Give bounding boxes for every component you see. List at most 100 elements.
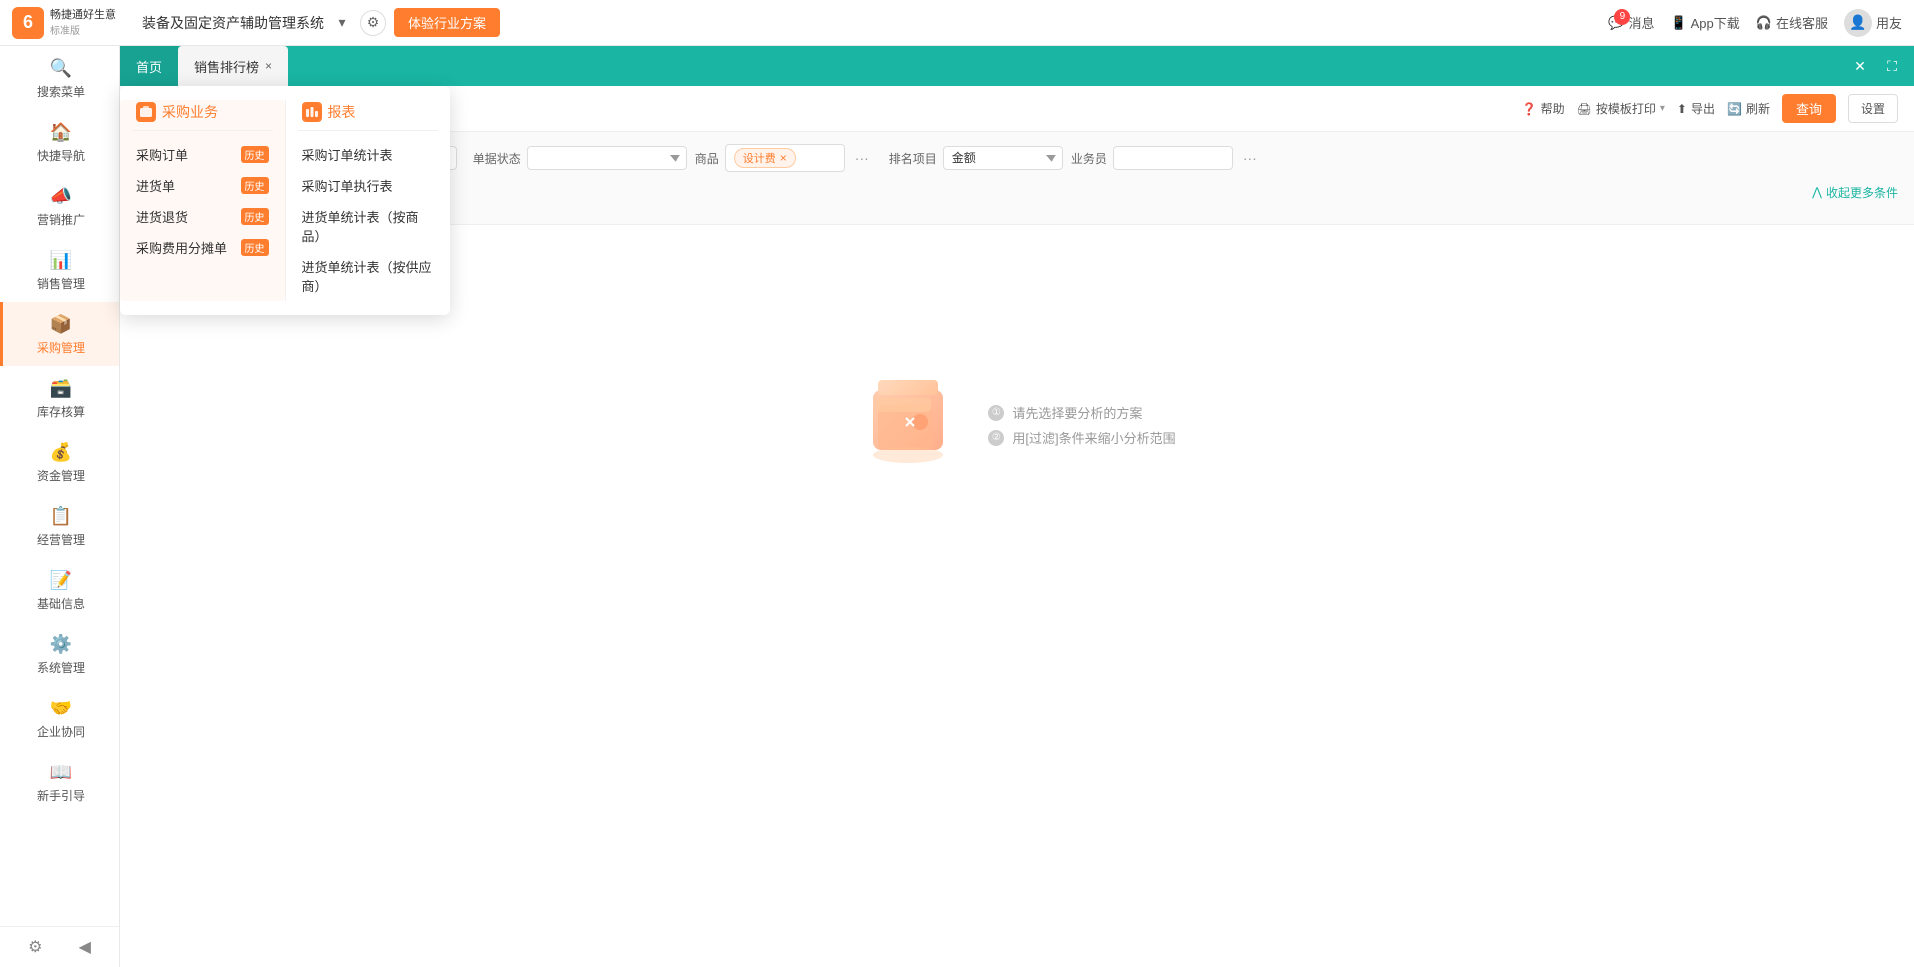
user-area[interactable]: 👤 用友 (1844, 9, 1902, 37)
goods-tag-close[interactable]: × (780, 151, 787, 165)
filter-salesperson: 业务员 ··· (1071, 146, 1261, 170)
sidebar-item-finance[interactable]: 💰 资金管理 (0, 430, 119, 494)
notifications-label: 消息 (1628, 13, 1654, 32)
print-label: 按模板打印 (1596, 100, 1656, 117)
salesperson-dots-btn[interactable]: ··· (1239, 150, 1261, 166)
sidebar-item-search[interactable]: 🔍 搜索菜单 (0, 46, 119, 110)
purchase-return-history: 历史 (241, 208, 269, 225)
tab-close-window-btn[interactable]: ✕ (1848, 54, 1872, 78)
tab-bar-right: ✕ ⛶ (1848, 54, 1914, 78)
empty-tip-2: ② 用[过滤]条件来缩小分析范围 (988, 428, 1175, 447)
sidebar-item-finance-label: 资金管理 (37, 467, 85, 484)
bottom-settings-btn[interactable]: ⚙ (28, 937, 42, 957)
refresh-btn[interactable]: 🔄 刷新 (1727, 100, 1770, 117)
help-label: 帮助 (1541, 100, 1565, 117)
salesperson-input[interactable] (1113, 146, 1233, 170)
sidebar-item-purchase-label: 采购管理 (37, 339, 85, 356)
purchase-expense-history: 历史 (241, 239, 269, 256)
empty-tip-2-text: 用[过滤]条件来缩小分析范围 (1012, 428, 1175, 447)
sidebar-item-inventory[interactable]: 🗃️ 库存核算 (0, 366, 119, 430)
user-label: 用友 (1876, 13, 1902, 32)
app-download-btn[interactable]: 📱 App下载 (1670, 13, 1739, 32)
sidebar-item-cooperation[interactable]: 🤝 企业协同 (0, 686, 119, 750)
tab-sales-ranking[interactable]: 销售排行榜 × (178, 46, 288, 86)
rank-item-select[interactable]: 金额 (943, 146, 1063, 170)
sidebar-item-guide[interactable]: 📖 新手引导 (0, 750, 119, 814)
bottom-collapse-btn[interactable]: ◀ (79, 937, 91, 957)
cooperation-icon: 🤝 (50, 698, 72, 719)
receipt-stat-supplier-label: 进货单统计表（按供应商） (302, 257, 435, 295)
search-icon: 🔍 (50, 58, 72, 79)
menu-item-receipt-stat-goods[interactable]: 进货单统计表（按商品） (298, 201, 439, 251)
collapse-up-icon: ⋀ (1812, 185, 1822, 199)
sidebar-item-guide-label: 新手引导 (37, 787, 85, 804)
sidebar-item-marketing-label: 营销推广 (37, 211, 85, 228)
tab-fullscreen-btn[interactable]: ⛶ (1880, 54, 1904, 78)
export-btn[interactable]: ⬆ 导出 (1677, 100, 1715, 117)
online-service-label: 在线客服 (1776, 13, 1828, 32)
tab-home-label: 首页 (136, 57, 162, 76)
system-settings-btn[interactable]: ⚙ (360, 10, 386, 36)
purchase-order-history: 历史 (241, 146, 269, 163)
sidebar-item-cooperation-label: 企业协同 (37, 723, 85, 740)
help-btn[interactable]: ❓ 帮助 (1522, 100, 1565, 117)
purchase-order-label: 采购订单 (136, 145, 188, 164)
tab-close-btn[interactable]: × (265, 59, 272, 73)
purchase-return-label: 进货退货 (136, 207, 188, 226)
collapse-more-btn[interactable]: ⋀ 收起更多条件 (1812, 184, 1898, 201)
sidebar-item-quick-nav[interactable]: 🏠 快捷导航 (0, 110, 119, 174)
step-num-1: ① (988, 405, 1004, 421)
online-service-btn[interactable]: 🎧 在线客服 (1756, 13, 1828, 32)
sidebar: 🔍 搜索菜单 🏠 快捷导航 📣 营销推广 📊 销售管理 📦 采购管理 🗃️ 库存… (0, 46, 120, 967)
sidebar-item-sales[interactable]: 📊 销售管理 (0, 238, 119, 302)
tab-home[interactable]: 首页 (120, 46, 178, 86)
app-name: 畅捷通好生意 (50, 8, 116, 22)
sidebar-item-purchase[interactable]: 📦 采购管理 (0, 302, 119, 366)
goods-label: 商品 (695, 150, 719, 167)
menu-item-purchase-order-stat[interactable]: 采购订单统计表 (298, 139, 439, 170)
sidebar-item-marketing[interactable]: 📣 营销推广 (0, 174, 119, 238)
export-icon: ⬆ (1677, 102, 1687, 116)
tab-bar: 首页 销售排行榜 × ✕ ⛶ (120, 46, 1914, 86)
print-btn[interactable]: 🖨 按模板打印 ▾ (1577, 100, 1665, 117)
empty-svg (858, 380, 958, 470)
menu-item-purchase-order-exec[interactable]: 采购订单执行表 (298, 170, 439, 201)
industry-btn[interactable]: 体验行业方案 (394, 8, 500, 37)
sidebar-bottom: ⚙ ◀ (0, 926, 119, 967)
system-title-area: 装备及固定资产辅助管理系统 ▾ ⚙ 体验行业方案 (132, 8, 1608, 37)
menu-item-purchase-receipt[interactable]: 进货单 历史 (132, 170, 273, 201)
refresh-label: 刷新 (1746, 100, 1770, 117)
filter-goods: 商品 设计费 × ··· (695, 144, 873, 172)
notification-badge-wrapper: 💬 9 (1608, 15, 1624, 31)
purchase-icon: 📦 (50, 314, 72, 335)
voucher-status-select[interactable] (527, 146, 687, 170)
menu-col-business: 采购业务 采购订单 历史 进货单 历史 进货退货 历史 采购费用分摊单 历史 (120, 100, 285, 301)
empty-illustration (858, 380, 958, 470)
sidebar-item-operations[interactable]: 📋 经营管理 (0, 494, 119, 558)
app-badge: 标准版 (50, 22, 116, 37)
system-dropdown-btn[interactable]: ▾ (332, 13, 352, 33)
menu-item-purchase-order[interactable]: 采购订单 历史 (132, 139, 273, 170)
query-btn[interactable]: 查询 (1782, 94, 1836, 123)
menu-item-purchase-return[interactable]: 进货退货 历史 (132, 201, 273, 232)
sidebar-item-basic-info[interactable]: 📝 基础信息 (0, 558, 119, 622)
sidebar-item-basic-info-label: 基础信息 (37, 595, 85, 612)
app-download-label: App下载 (1691, 13, 1740, 32)
inventory-icon: 🗃️ (50, 378, 72, 399)
menu-item-purchase-expense[interactable]: 采购费用分摊单 历史 (132, 232, 273, 263)
header-right: 💬 9 消息 📱 App下载 🎧 在线客服 👤 用友 (1608, 9, 1902, 37)
notifications-btn[interactable]: 💬 9 消息 (1608, 13, 1654, 32)
menu-business-header: 采购业务 (132, 100, 273, 131)
logo-text-area: 畅捷通好生意 标准版 (50, 8, 116, 37)
settings-btn[interactable]: 设置 (1848, 94, 1898, 123)
menu-item-receipt-stat-supplier[interactable]: 进货单统计表（按供应商） (298, 251, 439, 301)
step-num-2: ② (988, 430, 1004, 446)
sidebar-item-system[interactable]: ⚙️ 系统管理 (0, 622, 119, 686)
business-section-icon (136, 102, 156, 122)
sidebar-item-sales-label: 销售管理 (37, 275, 85, 292)
collapse-wrapper: ⋀ 收起更多条件 (1812, 184, 1898, 201)
help-icon: ❓ (1522, 102, 1537, 116)
home-icon: 🏠 (50, 122, 72, 143)
receipt-stat-goods-label: 进货单统计表（按商品） (302, 207, 435, 245)
goods-dots-btn[interactable]: ··· (851, 150, 873, 166)
